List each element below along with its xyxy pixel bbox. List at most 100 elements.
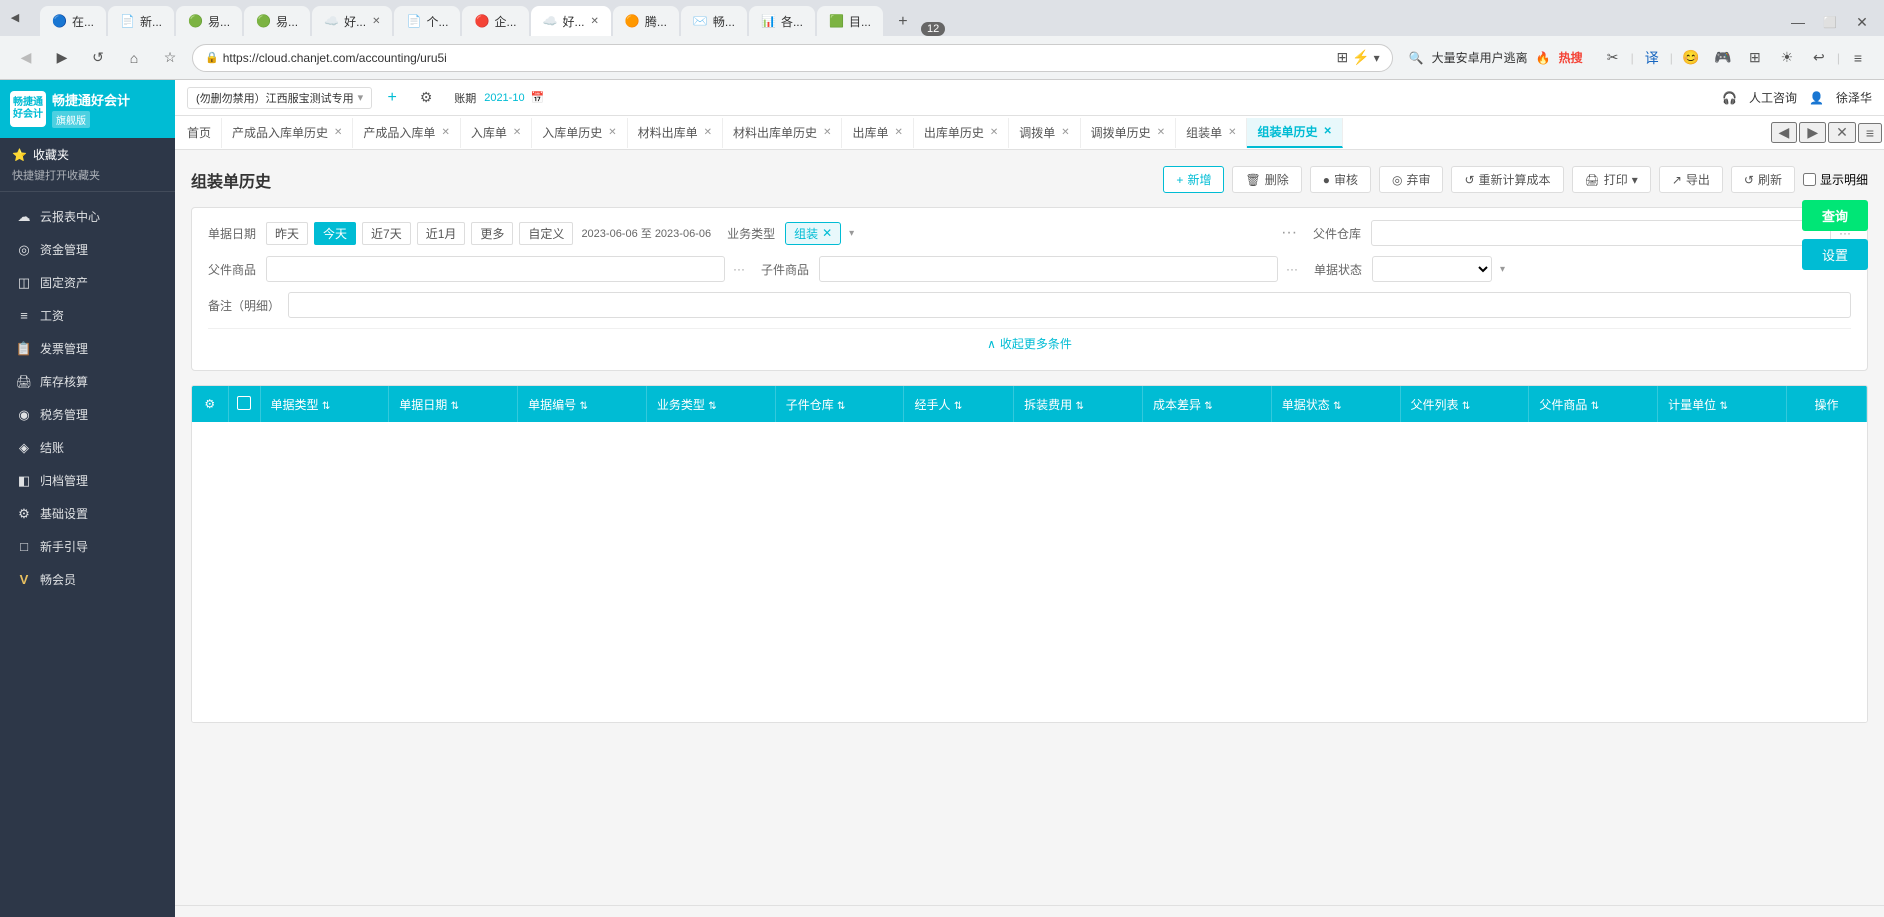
query-button[interactable]: 查询 — [1802, 200, 1868, 231]
export-button[interactable]: ↗ 导出 — [1659, 166, 1723, 193]
page-tab-5[interactable]: 材料出库单 ✕ — [628, 118, 723, 148]
sidebar-item-tax-mgmt[interactable]: ◉ 税务管理 — [0, 398, 175, 431]
delete-button[interactable]: 🗑 删除 — [1232, 166, 1301, 193]
page-tab-8-close[interactable]: ✕ — [990, 127, 998, 138]
browser-tab-7[interactable]: 🔴 企... — [462, 6, 528, 36]
horizontal-scrollbar[interactable] — [175, 905, 1884, 917]
th-doc-type[interactable]: 单据类型 ⇅ — [260, 386, 389, 422]
th-biz-type[interactable]: 业务类型 ⇅ — [646, 386, 775, 422]
th-doc-status[interactable]: 单据状态 ⇅ — [1271, 386, 1400, 422]
page-tab-3-close[interactable]: ✕ — [513, 127, 521, 138]
forward-button[interactable]: ▶ — [48, 44, 76, 72]
page-tab-4[interactable]: 入库单历史 ✕ — [532, 118, 627, 148]
filter-settings-button[interactable]: 设置 — [1802, 239, 1868, 270]
back-button[interactable]: ◀ — [12, 44, 40, 72]
close-button[interactable]: ✕ — [1848, 8, 1876, 36]
th-unit[interactable]: 计量单位 ⇅ — [1658, 386, 1787, 422]
browser-tab-6[interactable]: 📄 个... — [394, 6, 460, 36]
new-tab-button[interactable]: + — [889, 8, 917, 36]
bookmark-button[interactable]: ☆ — [156, 44, 184, 72]
abandon-button[interactable]: ◎ 弃审 — [1379, 166, 1444, 193]
gamepad-icon[interactable]: 🎮 — [1709, 44, 1737, 72]
parent-goods-input[interactable] — [266, 256, 725, 282]
refresh-button[interactable]: ↺ 刷新 — [1731, 166, 1795, 193]
reload-button[interactable]: ↺ — [84, 44, 112, 72]
browser-tab-3[interactable]: 🟢 易... — [176, 6, 242, 36]
add-button[interactable]: + 新增 — [1163, 166, 1224, 193]
tab-5-close[interactable]: ✕ — [372, 16, 380, 27]
menu-icon[interactable]: ≡ — [1844, 44, 1872, 72]
page-tab-11[interactable]: 组装单 ✕ — [1176, 118, 1247, 148]
page-tab-6-close[interactable]: ✕ — [823, 127, 831, 138]
page-tab-2[interactable]: 产成品入库单 ✕ — [353, 118, 460, 148]
browser-tab-9[interactable]: 🟠 腾... — [613, 6, 679, 36]
page-tab-12-close[interactable]: ✕ — [1324, 126, 1332, 137]
sidebar-item-new-guide[interactable]: □ 新手引导 — [0, 530, 175, 563]
browser-tab-2[interactable]: 📄 新... — [108, 6, 174, 36]
page-tab-8[interactable]: 出库单历史 ✕ — [914, 118, 1009, 148]
minimize-button[interactable]: — — [1784, 8, 1812, 36]
undo-icon[interactable]: ↩ — [1805, 44, 1833, 72]
parent-warehouse-input[interactable] — [1371, 220, 1831, 246]
browser-back-btn[interactable]: ◀ — [4, 6, 26, 28]
sidebar-item-fund-mgmt[interactable]: ◎ 资金管理 — [0, 233, 175, 266]
recalculate-button[interactable]: ↺ 重新计算成本 — [1451, 166, 1563, 193]
th-handler[interactable]: 经手人 ⇅ — [904, 386, 1014, 422]
sidebar-item-fixed-assets[interactable]: ◫ 固定资产 — [0, 266, 175, 299]
browser-tab-11[interactable]: 📊 各... — [749, 6, 815, 36]
tab-close-all[interactable]: ✕ — [1828, 122, 1856, 143]
restore-button[interactable]: ⬜ — [1816, 8, 1844, 36]
date-btn-7days[interactable]: 近7天 — [362, 222, 411, 245]
page-tab-7-close[interactable]: ✕ — [894, 127, 902, 138]
page-tab-3[interactable]: 入库单 ✕ — [461, 118, 532, 148]
th-assembly-fee[interactable]: 拆装费用 ⇅ — [1014, 386, 1143, 422]
add-company-button[interactable]: + — [378, 84, 406, 112]
tab-scroll-left[interactable]: ◀ — [1771, 122, 1798, 143]
sidebar-item-cloud-reports[interactable]: ☁ 云报表中心 — [0, 200, 175, 233]
th-cost-diff[interactable]: 成本差异 ⇅ — [1142, 386, 1271, 422]
sun-icon[interactable]: ☀ — [1773, 44, 1801, 72]
show-detail-checkbox[interactable]: 显示明细 — [1803, 171, 1868, 188]
browser-tab-12[interactable]: 🟩 目... — [817, 6, 883, 36]
sidebar-item-basic-settings[interactable]: ⚙ 基础设置 — [0, 497, 175, 530]
tab-more-menu[interactable]: ≡ — [1858, 123, 1882, 143]
browser-tab-8[interactable]: ☁️ 好... ✕ — [531, 6, 611, 36]
page-tab-10[interactable]: 调拨单历史 ✕ — [1081, 118, 1176, 148]
child-goods-input[interactable] — [819, 256, 1278, 282]
grid-view-icon[interactable]: ⊞ — [1741, 44, 1769, 72]
th-child-warehouse[interactable]: 子件仓库 ⇅ — [775, 386, 904, 422]
translate-icon[interactable]: 译 — [1638, 44, 1666, 72]
print-button[interactable]: 🖨 打印 ▾ — [1572, 166, 1651, 193]
page-tab-2-close[interactable]: ✕ — [441, 127, 449, 138]
date-btn-more[interactable]: 更多 — [471, 222, 513, 245]
date-btn-today[interactable]: 今天 — [314, 222, 356, 245]
home-button[interactable]: ⌂ — [120, 44, 148, 72]
th-doc-no[interactable]: 单据编号 ⇅ — [518, 386, 647, 422]
th-parent-goods[interactable]: 父件商品 ⇅ — [1529, 386, 1658, 422]
filter-more-dots[interactable]: ··· — [1281, 224, 1297, 241]
th-settings[interactable]: ⚙ — [192, 386, 228, 422]
approve-button[interactable]: ● 审核 — [1310, 166, 1371, 193]
select-all-checkbox[interactable] — [237, 396, 251, 410]
page-tab-10-close[interactable]: ✕ — [1157, 127, 1165, 138]
th-parent-list[interactable]: 父件列表 ⇅ — [1400, 386, 1529, 422]
page-tab-1[interactable]: 产成品入库单历史 ✕ — [222, 118, 353, 148]
sidebar-item-settlement[interactable]: ◈ 结账 — [0, 431, 175, 464]
th-doc-date[interactable]: 单据日期 ⇅ — [389, 386, 518, 422]
page-tab-7[interactable]: 出库单 ✕ — [842, 118, 913, 148]
address-bar[interactable]: 🔒 https://cloud.chanjet.com/accounting/u… — [192, 44, 1393, 72]
browser-tab-5[interactable]: ☁️ 好... ✕ — [312, 6, 392, 36]
page-tab-9-close[interactable]: ✕ — [1061, 127, 1069, 138]
date-btn-custom[interactable]: 自定义 — [519, 222, 573, 245]
collapse-bar[interactable]: ∧ 收起更多条件 — [208, 328, 1851, 358]
sidebar-item-inventory[interactable]: 🖨 库存核算 — [0, 365, 175, 398]
page-tab-12[interactable]: 组装单历史 ✕ — [1247, 118, 1342, 148]
child-goods-more[interactable]: ··· — [1286, 262, 1298, 276]
date-btn-1month[interactable]: 近1月 — [417, 222, 466, 245]
tab-scroll-right[interactable]: ▶ — [1799, 122, 1826, 143]
settings-button[interactable]: ⚙ — [412, 84, 440, 112]
notes-input[interactable] — [288, 292, 1851, 318]
page-tab-6[interactable]: 材料出库单历史 ✕ — [723, 118, 842, 148]
sidebar-item-invoice-mgmt[interactable]: 📋 发票管理 — [0, 332, 175, 365]
page-tab-9[interactable]: 调拨单 ✕ — [1009, 118, 1080, 148]
